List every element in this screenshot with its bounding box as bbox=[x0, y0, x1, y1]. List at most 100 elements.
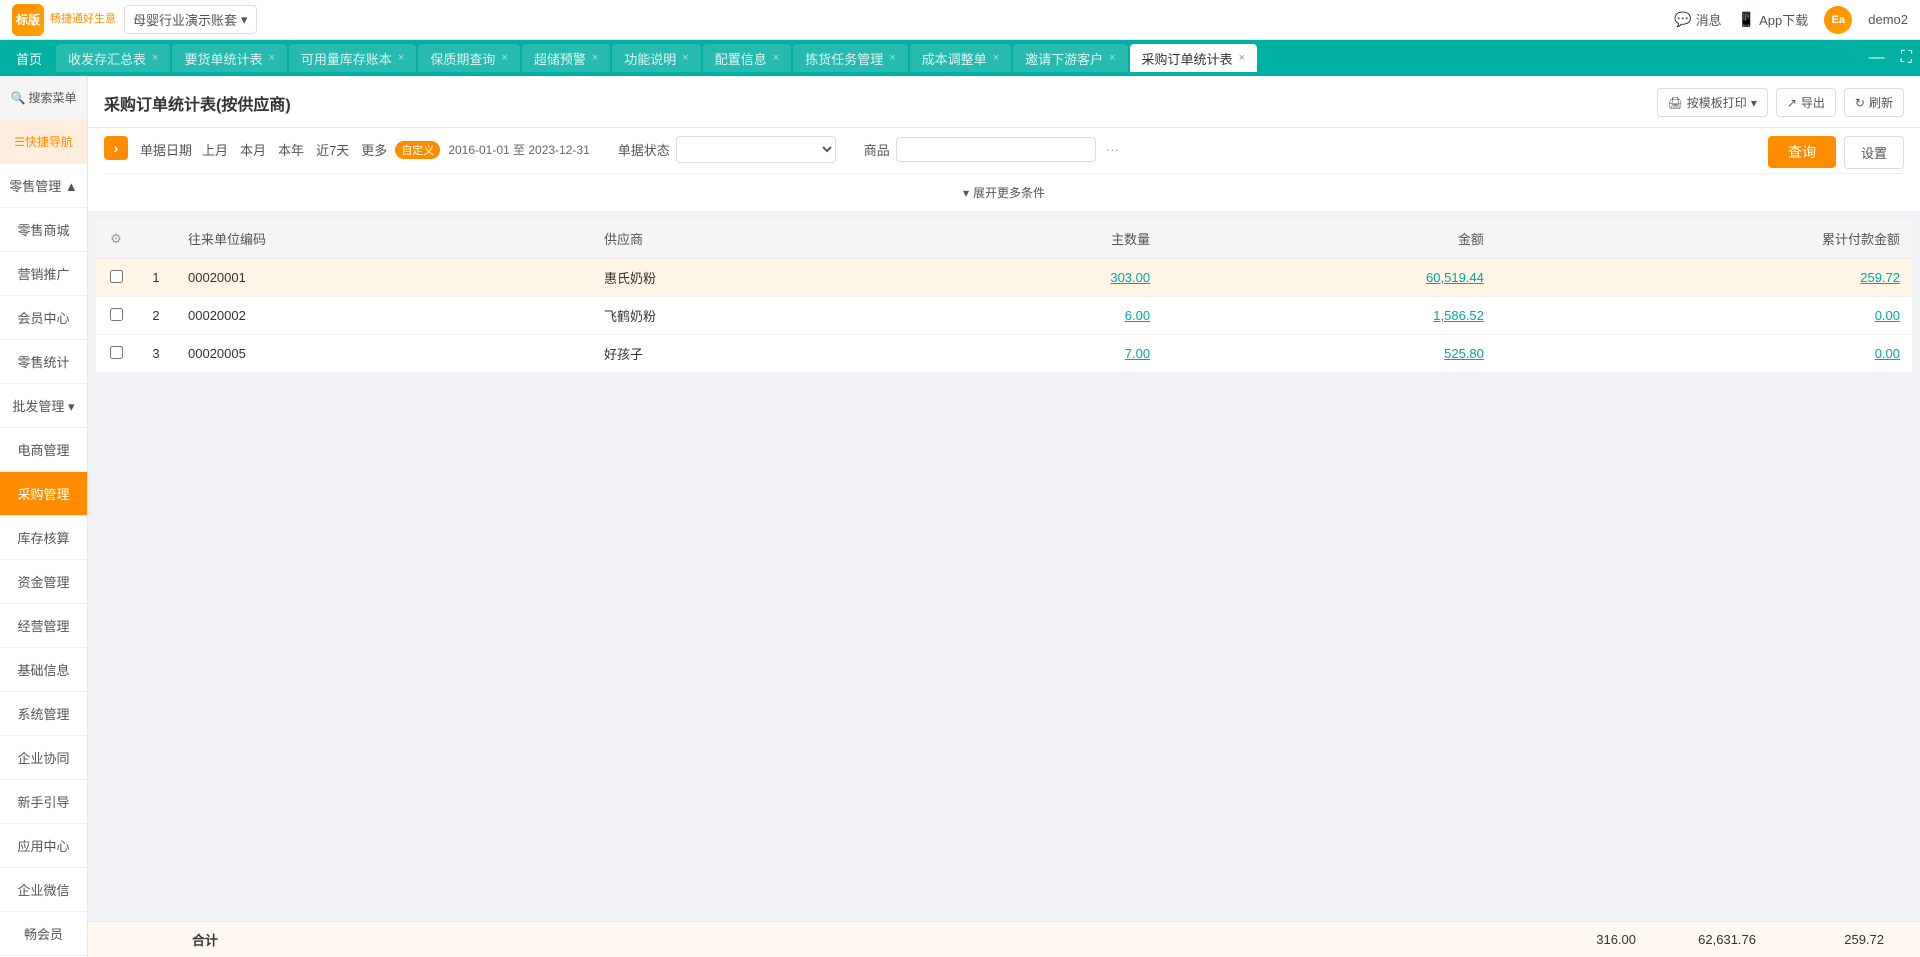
tab-inventory-book[interactable]: 可用量库存账本 bbox=[289, 44, 416, 72]
top-bar-left: 标版 畅捷通好生意 母婴行业演示账套 bbox=[12, 4, 257, 36]
row-paid-link[interactable]: 0.00 bbox=[1875, 346, 1900, 361]
row-paid-link[interactable]: 259.72 bbox=[1860, 270, 1900, 285]
tab-home-label: 首页 bbox=[16, 49, 42, 68]
sidebar-item-member[interactable]: 会员中心 bbox=[0, 296, 87, 340]
settings-button[interactable]: 设置 bbox=[1844, 136, 1904, 169]
tab-invite-downstream-close-icon[interactable] bbox=[1109, 52, 1115, 64]
shortcut-last-month[interactable]: 上月 bbox=[198, 138, 232, 161]
row-amount-link[interactable]: 60,519.44 bbox=[1426, 270, 1484, 285]
sidebar-item-enterprise-wechat[interactable]: 企业微信 bbox=[0, 868, 87, 912]
tab-home[interactable]: 首页 bbox=[4, 44, 54, 72]
tab-inventory-book-close-icon[interactable] bbox=[398, 52, 404, 64]
sidebar-item-marketing[interactable]: 营销推广 bbox=[0, 252, 87, 296]
table-row[interactable]: 3 00020005 好孩子 7.00 525.80 0.00 bbox=[96, 335, 1912, 373]
row-paid-link[interactable]: 0.00 bbox=[1875, 308, 1900, 323]
row-checkbox[interactable] bbox=[110, 346, 123, 359]
tab-purchase-stat[interactable]: 采购订单统计表 bbox=[1130, 44, 1257, 72]
top-bar-right: 消息 App下载 Ea demo2 bbox=[1674, 6, 1908, 34]
sidebar-item-app-center[interactable]: 应用中心 bbox=[0, 824, 87, 868]
sidebar-item-retail-mgmt[interactable]: 零售管理 ▲ bbox=[0, 164, 87, 208]
shortcut-more[interactable]: 更多 bbox=[357, 138, 391, 161]
tab-warranty-label: 保质期查询 bbox=[430, 49, 495, 68]
tab-overstock[interactable]: 超储预警 bbox=[522, 44, 610, 72]
table-header-row: ⚙ 往来单位编码 供应商 主数量 金额 bbox=[96, 219, 1912, 259]
row-checkbox[interactable] bbox=[110, 270, 123, 283]
tab-task-mgmt[interactable]: 拣货任务管理 bbox=[793, 44, 907, 72]
tab-warranty[interactable]: 保质期查询 bbox=[418, 44, 519, 72]
tab-config-close-icon[interactable] bbox=[773, 52, 779, 64]
sidebar-item-ops[interactable]: 经营管理 bbox=[0, 604, 87, 648]
workspace-selector[interactable]: 母婴行业演示账套 bbox=[124, 5, 257, 34]
goods-more-icon[interactable]: ··· bbox=[1102, 140, 1123, 159]
tab-expand-icon[interactable]: ⛶ bbox=[1897, 47, 1916, 69]
goods-input[interactable] bbox=[896, 137, 1096, 162]
template-print-button[interactable]: 🖨 按模板打印 bbox=[1657, 88, 1768, 117]
user-avatar[interactable]: Ea bbox=[1824, 6, 1852, 34]
expand-more-button[interactable]: ▾ 展开更多条件 bbox=[957, 178, 1051, 207]
tab-purchase-stat-close-icon[interactable] bbox=[1239, 52, 1245, 64]
sidebar-item-inventory[interactable]: 库存核算 bbox=[0, 516, 87, 560]
row-qty: 6.00 bbox=[902, 297, 1162, 335]
sidebar-item-system[interactable]: 系统管理 bbox=[0, 692, 87, 736]
row-checkbox[interactable] bbox=[110, 308, 123, 321]
tab-collection[interactable]: 收发存汇总表 bbox=[56, 44, 170, 72]
main-layout: 🔍 搜索菜单 ☰ 快捷导航 零售管理 ▲ 零售商城 营销推广 会员中心 零售统计… bbox=[0, 76, 1920, 957]
tab-invite-downstream[interactable]: 邀请下游客户 bbox=[1013, 44, 1127, 72]
page-actions: 🖨 按模板打印 ↗ 导出 ↻ 刷新 bbox=[1657, 88, 1904, 117]
sidebar-item-retail-stats[interactable]: 零售统计 bbox=[0, 340, 87, 384]
tab-config[interactable]: 配置信息 bbox=[703, 44, 791, 72]
sidebar-item-purchase[interactable]: 采购管理 bbox=[0, 472, 87, 516]
gear-icon[interactable]: ⚙ bbox=[110, 231, 122, 246]
row-amount-link[interactable]: 1,586.52 bbox=[1433, 308, 1484, 323]
tab-func-desc-close-icon[interactable] bbox=[682, 52, 688, 64]
sidebar-enterprise-label: 企业协同 bbox=[17, 748, 69, 767]
logo-area: 标版 畅捷通好生意 bbox=[12, 4, 116, 36]
tab-collection-close-icon[interactable] bbox=[152, 52, 158, 64]
sidebar-item-new-guide[interactable]: 新手引导 bbox=[0, 780, 87, 824]
shortcut-this-year[interactable]: 本年 bbox=[274, 138, 308, 161]
refresh-button[interactable]: ↻ 刷新 bbox=[1844, 88, 1904, 117]
goods-label: 商品 bbox=[864, 140, 890, 159]
refresh-icon: ↻ bbox=[1855, 96, 1865, 110]
tab-overstock-label: 超储预警 bbox=[534, 49, 586, 68]
sidebar-item-wholesale[interactable]: 批发管理 ▾ bbox=[0, 384, 87, 428]
sidebar-item-quick-nav[interactable]: ☰ 快捷导航 bbox=[0, 120, 87, 164]
status-select[interactable] bbox=[676, 136, 836, 163]
message-action[interactable]: 消息 bbox=[1674, 10, 1721, 29]
nav-tabs-right: — ⛶ bbox=[1865, 47, 1916, 69]
tab-warranty-close-icon[interactable] bbox=[501, 52, 507, 64]
row-amount-link[interactable]: 525.80 bbox=[1444, 346, 1484, 361]
row-qty-link[interactable]: 6.00 bbox=[1125, 308, 1150, 323]
tab-cost-adjust-close-icon[interactable] bbox=[993, 52, 999, 64]
sidebar-item-finance[interactable]: 资金管理 bbox=[0, 560, 87, 604]
shortcut-7days[interactable]: 近7天 bbox=[312, 138, 353, 161]
app-download-action[interactable]: App下载 bbox=[1738, 10, 1809, 29]
tab-requisition[interactable]: 要货单统计表 bbox=[172, 44, 286, 72]
row-qty-link[interactable]: 7.00 bbox=[1125, 346, 1150, 361]
row-seq: 1 bbox=[136, 259, 176, 297]
filter-toggle-button[interactable]: › bbox=[104, 136, 128, 160]
row-qty-link[interactable]: 303.00 bbox=[1110, 270, 1150, 285]
query-button[interactable]: 查询 bbox=[1768, 136, 1836, 168]
sidebar-item-retail-shop[interactable]: 零售商城 bbox=[0, 208, 87, 252]
tab-cost-adjust-label: 成本调整单 bbox=[922, 49, 987, 68]
tab-minimize-icon[interactable]: — bbox=[1865, 47, 1889, 69]
table-row[interactable]: 1 00020001 惠氏奶粉 303.00 60,519.44 259.72 bbox=[96, 259, 1912, 297]
table-row[interactable]: 2 00020002 飞鹤奶粉 6.00 1,586.52 0.00 bbox=[96, 297, 1912, 335]
tab-overstock-close-icon[interactable] bbox=[592, 52, 598, 64]
tab-cost-adjust[interactable]: 成本调整单 bbox=[910, 44, 1011, 72]
shortcut-this-month[interactable]: 本月 bbox=[236, 138, 270, 161]
tab-requisition-close-icon[interactable] bbox=[268, 52, 274, 64]
tab-task-mgmt-close-icon[interactable] bbox=[889, 52, 895, 64]
sidebar-item-basic-info[interactable]: 基础信息 bbox=[0, 648, 87, 692]
export-button[interactable]: ↗ 导出 bbox=[1776, 88, 1836, 117]
custom-badge: 自定义 bbox=[395, 141, 440, 159]
sidebar-item-vip[interactable]: 畅会员 bbox=[0, 912, 87, 956]
sidebar-item-search[interactable]: 🔍 搜索菜单 bbox=[0, 76, 87, 120]
sidebar-item-enterprise[interactable]: 企业协同 bbox=[0, 736, 87, 780]
page-header: 采购订单统计表(按供应商) 🖨 按模板打印 ↗ 导出 ↻ 刷新 bbox=[88, 76, 1920, 128]
sidebar-item-ecommerce[interactable]: 电商管理 bbox=[0, 428, 87, 472]
sidebar-inventory-label: 库存核算 bbox=[17, 528, 69, 547]
tab-func-desc[interactable]: 功能说明 bbox=[612, 44, 700, 72]
template-print-label: 按模板打印 bbox=[1687, 94, 1747, 111]
